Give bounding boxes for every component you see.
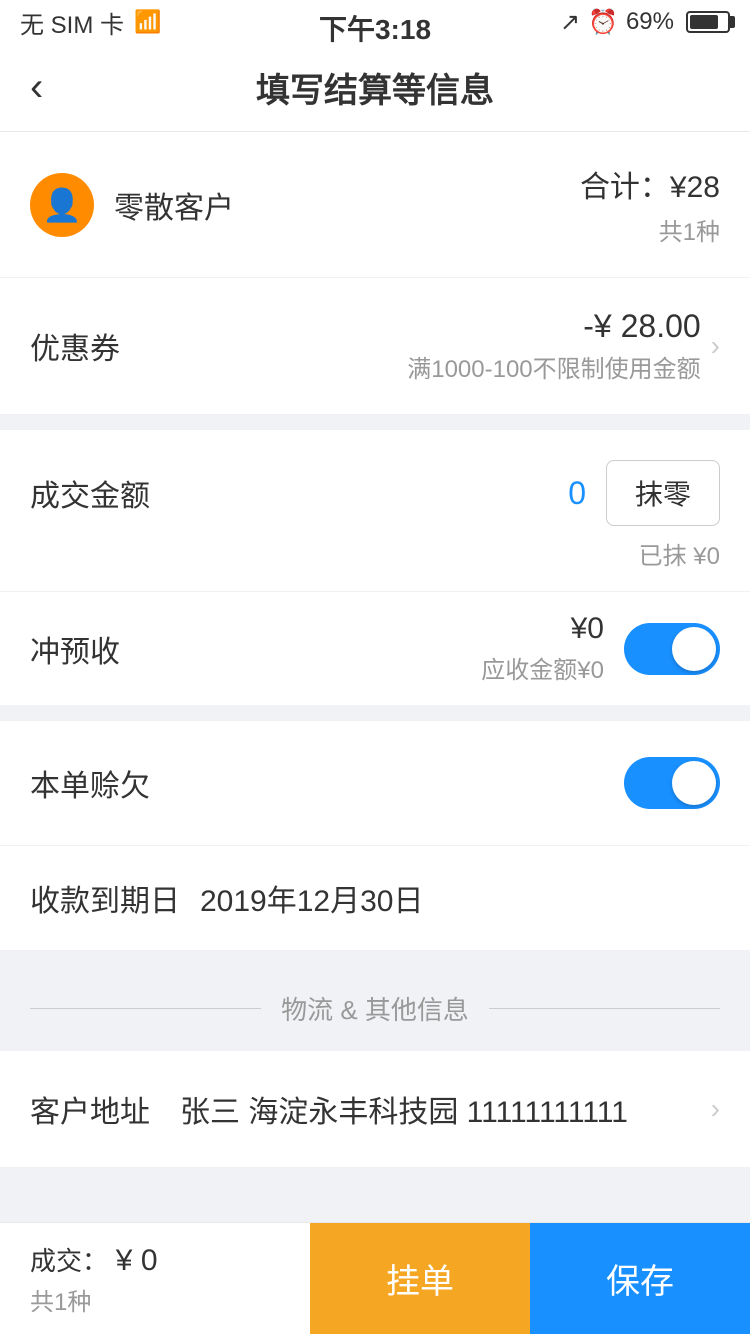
battery-fill: [690, 15, 718, 29]
avatar-icon: 👤: [42, 186, 82, 224]
prereceive-amounts: ¥0 应收金额¥0: [481, 612, 604, 685]
status-right: ↗ ⏰ 69%: [560, 8, 730, 37]
bottom-deal-count: 共1种: [30, 1282, 280, 1317]
deal-amount-row: 成交金额 0 抹零: [0, 430, 750, 536]
coupon-label: 优惠券: [30, 324, 120, 368]
divider-3: [0, 950, 750, 966]
duedate-label: 收款到期日: [30, 876, 180, 920]
deal-amount-value: 0: [568, 475, 586, 512]
divider-2: [0, 705, 750, 721]
prereceive-right: ¥0 应收金额¥0: [481, 612, 720, 685]
nav-bar: ‹ 填写结算等信息: [0, 44, 750, 132]
duedate-row[interactable]: 收款到期日 2019年12月30日: [0, 845, 750, 950]
bottom-deal-label: 成交：: [30, 1246, 108, 1276]
debt-section: 本单赊欠 收款到期日 2019年12月30日: [0, 721, 750, 950]
address-label: 客户地址: [30, 1087, 150, 1131]
round-button[interactable]: 抹零: [606, 460, 720, 526]
logistics-header: 物流 & 其他信息: [0, 966, 750, 1051]
bottom-bar: 成交： ¥ 0 共1种 挂单 保存: [0, 1222, 750, 1334]
bottom-deal-row: 成交： ¥ 0: [30, 1241, 280, 1278]
wifi-icon: 📶: [134, 9, 161, 35]
coupon-row[interactable]: 优惠券 -¥ 28.00 满1000-100不限制使用金额 ›: [0, 277, 750, 414]
total-amount: 合计：¥28: [580, 162, 720, 206]
debt-label: 本单赊欠: [30, 761, 150, 805]
debt-toggle-knob: [672, 761, 716, 805]
content: 👤 零散客户 合计：¥28 共1种 优惠券 -¥ 28.00 满1000-100…: [0, 132, 750, 1303]
prereceive-main-amount: ¥0: [481, 612, 604, 646]
status-bar: 无 SIM 卡 📶 下午3:18 ↗ ⏰ 69%: [0, 0, 750, 44]
total-count: 共1种: [580, 212, 720, 247]
chevron-right-icon: ›: [711, 330, 720, 362]
location-icon: ↗: [560, 8, 580, 37]
deal-amount-label: 成交金额: [30, 471, 150, 515]
hang-button-label: 挂单: [386, 1254, 454, 1303]
coupon-discount: -¥ 28.00: [407, 308, 700, 345]
debt-row: 本单赊欠: [0, 721, 750, 845]
debt-toggle[interactable]: [624, 757, 720, 809]
address-chevron-icon: ›: [711, 1093, 720, 1125]
save-button-label: 保存: [606, 1254, 674, 1303]
customer-left: 👤 零散客户: [30, 173, 234, 237]
coupon-content: -¥ 28.00 满1000-100不限制使用金额: [407, 308, 700, 384]
coupon-desc: 满1000-100不限制使用金额: [407, 349, 700, 384]
deal-section: 成交金额 0 抹零 已抹 ¥0 冲预收 ¥0 应收金额¥0: [0, 430, 750, 705]
carrier-text: 无 SIM 卡: [20, 5, 124, 40]
bottom-info: 成交： ¥ 0 共1种: [0, 1241, 310, 1317]
prereceive-row: 冲预收 ¥0 应收金额¥0: [0, 591, 750, 705]
battery-icon: [686, 11, 730, 33]
back-button[interactable]: ‹: [30, 55, 63, 120]
logistics-line-right: [489, 1008, 720, 1009]
save-button[interactable]: 保存: [530, 1223, 750, 1334]
deal-right: 0 抹零: [568, 460, 720, 526]
battery-percent: 69%: [626, 8, 674, 36]
prereceive-sub-label: 应收金额¥0: [481, 650, 604, 685]
coupon-right: -¥ 28.00 满1000-100不限制使用金额 ›: [407, 308, 720, 384]
customer-name: 零散客户: [114, 183, 234, 227]
deal-sub-label: 已抹 ¥0: [0, 536, 750, 591]
page-title: 填写结算等信息: [256, 63, 494, 112]
divider-4: [0, 1167, 750, 1183]
address-value: 张三 海淀永丰科技园 11111111111: [180, 1087, 711, 1131]
hang-button[interactable]: 挂单: [310, 1223, 530, 1334]
logistics-label: 物流 & 其他信息: [281, 990, 469, 1027]
logistics-line-left: [30, 1008, 261, 1009]
status-time: 下午3:18: [319, 8, 431, 48]
customer-section: 👤 零散客户 合计：¥28 共1种 优惠券 -¥ 28.00 满1000-100…: [0, 132, 750, 414]
prereceive-toggle[interactable]: [624, 623, 720, 675]
alarm-icon: ⏰: [588, 8, 618, 37]
toggle-knob: [672, 627, 716, 671]
address-section: 客户地址 张三 海淀永丰科技园 11111111111 ›: [0, 1051, 750, 1167]
status-left: 无 SIM 卡 📶: [20, 5, 161, 40]
divider-1: [0, 414, 750, 430]
customer-right: 合计：¥28 共1种: [580, 162, 720, 247]
prereceive-label: 冲预收: [30, 627, 120, 671]
bottom-deal-amount: ¥ 0: [116, 1244, 158, 1277]
duedate-value: 2019年12月30日: [200, 876, 423, 920]
address-row[interactable]: 客户地址 张三 海淀永丰科技园 11111111111 ›: [0, 1051, 750, 1167]
customer-row: 👤 零散客户 合计：¥28 共1种: [0, 132, 750, 277]
avatar: 👤: [30, 173, 94, 237]
